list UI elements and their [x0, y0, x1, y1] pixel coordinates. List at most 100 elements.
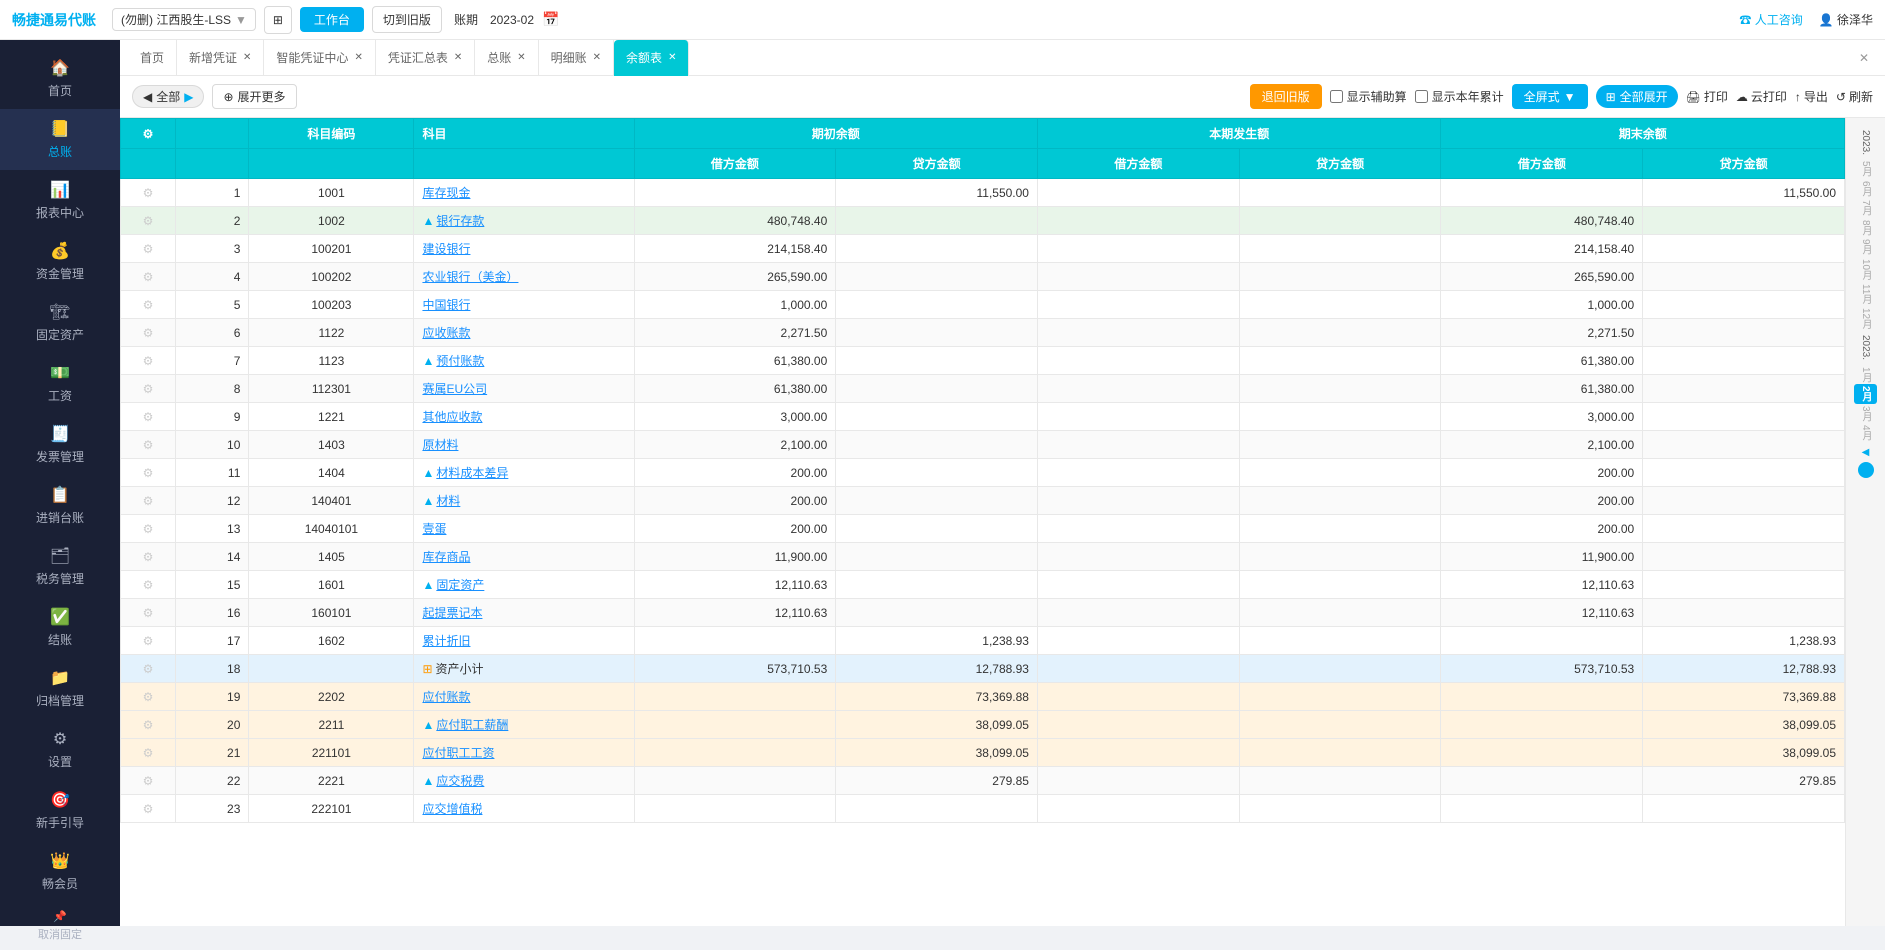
return-old-version-button[interactable]: 退回旧版 — [1250, 84, 1322, 109]
row-settings-icon[interactable]: ⚙ — [121, 767, 176, 795]
month-10[interactable]: 10月 — [1856, 257, 1875, 282]
row-settings-icon[interactable]: ⚙ — [121, 571, 176, 599]
month-9[interactable]: 9月 — [1856, 237, 1875, 257]
row-subject[interactable]: 应付账款 — [414, 683, 634, 711]
tab-voucher-summary[interactable]: 凭证汇总表 ✕ — [376, 40, 475, 76]
month-6[interactable]: 6月 — [1856, 179, 1875, 199]
subject-text[interactable]: 其他应收款 — [422, 410, 482, 424]
copy-icon[interactable]: ⊞ — [264, 6, 292, 34]
row-subject[interactable]: ▲材料成本差异 — [414, 459, 634, 487]
sidebar-item-purchase[interactable]: 📋 进销台账 — [0, 475, 120, 536]
toggle-expand-button[interactable]: ⊞ 全部展开 — [1596, 85, 1678, 108]
row-subject[interactable]: 应付职工工资 — [414, 739, 634, 767]
sidebar-item-funds[interactable]: 💰 资金管理 — [0, 231, 120, 292]
tab-new-voucher-close[interactable]: ✕ — [243, 52, 251, 63]
subject-text[interactable]: 库存商品 — [422, 550, 470, 564]
row-subject[interactable]: 累计折旧 — [414, 627, 634, 655]
subject-text[interactable]: 应付账款 — [422, 690, 470, 704]
export-button[interactable]: ↑ 导出 — [1795, 88, 1828, 105]
row-subject[interactable]: 壹蛋 — [414, 515, 634, 543]
row-subject[interactable]: 起提票记本 — [414, 599, 634, 627]
subject-text[interactable]: 固定资产 — [436, 578, 484, 592]
tab-detailed-ledger-close[interactable]: ✕ — [593, 52, 601, 63]
full-form-button[interactable]: 全屏式 ▼ — [1512, 84, 1588, 109]
row-settings-icon[interactable]: ⚙ — [121, 543, 176, 571]
row-subject[interactable]: 原材料 — [414, 431, 634, 459]
row-subject[interactable]: 中国银行 — [414, 291, 634, 319]
show-ytd-checkbox[interactable]: 显示本年累计 — [1415, 88, 1504, 105]
show-ytd-input[interactable] — [1415, 90, 1428, 103]
row-settings-icon[interactable]: ⚙ — [121, 459, 176, 487]
user-avatar[interactable]: 👤 徐泽华 — [1819, 11, 1873, 28]
subject-link[interactable]: 壹蛋 — [422, 522, 446, 536]
close-all-tabs[interactable]: ✕ — [1851, 51, 1877, 65]
row-settings-icon[interactable]: ⚙ — [121, 515, 176, 543]
row-subject[interactable]: ▲预付账款 — [414, 347, 634, 375]
tab-voucher-summary-close[interactable]: ✕ — [454, 52, 462, 63]
subject-link[interactable]: 应交增值税 — [422, 802, 482, 816]
row-settings-icon[interactable]: ⚙ — [121, 319, 176, 347]
month-11[interactable]: 11月 — [1856, 282, 1875, 306]
sidebar-item-guide[interactable]: 🎯 新手引导 — [0, 780, 120, 841]
tab-new-voucher[interactable]: 新增凭证 ✕ — [177, 40, 264, 76]
subject-link[interactable]: 赛属EU公司 — [422, 382, 487, 396]
row-subject[interactable]: ▲银行存款 — [414, 207, 634, 235]
print-button[interactable]: 🖨 打印 — [1686, 88, 1728, 105]
row-settings-icon[interactable]: ⚙ — [121, 683, 176, 711]
month-4[interactable]: 4月 — [1856, 423, 1875, 443]
calendar-icon[interactable]: 📅 — [542, 11, 559, 28]
sidebar-item-settings[interactable]: ⚙ 设置 — [0, 719, 120, 780]
sidebar-item-reports[interactable]: 📊 报表中心 — [0, 170, 120, 231]
tab-smart-voucher[interactable]: 智能凭证中心 ✕ — [264, 40, 375, 76]
row-subject[interactable]: ⊞资产小计 — [414, 655, 634, 683]
row-subject[interactable]: 库存现金 — [414, 179, 634, 207]
tab-smart-voucher-close[interactable]: ✕ — [354, 52, 362, 63]
subject-link[interactable]: 建设银行 — [422, 242, 470, 256]
row-subject[interactable]: 应收账款 — [414, 319, 634, 347]
row-subject[interactable]: 库存商品 — [414, 543, 634, 571]
show-aux-input[interactable] — [1330, 90, 1343, 103]
show-aux-checkbox[interactable]: 显示辅助算 — [1330, 88, 1407, 105]
month-12[interactable]: 12月 — [1856, 306, 1875, 331]
expand-panel-icon[interactable]: ◀ — [1862, 447, 1870, 458]
sidebar-item-assets[interactable]: 🏗 固定资产 — [0, 292, 120, 353]
cloud-print-button[interactable]: ☁ 云打印 — [1736, 88, 1787, 105]
sidebar-item-payroll[interactable]: 💵 工资 — [0, 353, 120, 414]
tab-balance-close[interactable]: ✕ — [668, 52, 676, 63]
row-settings-icon[interactable]: ⚙ — [121, 403, 176, 431]
sidebar-item-ledger[interactable]: 📒 总账 — [0, 109, 120, 170]
month-5[interactable]: 5月 — [1856, 159, 1875, 179]
tab-balance[interactable]: 余额表 ✕ — [614, 40, 689, 76]
unpin-button[interactable]: 📌 取消固定 — [0, 902, 120, 950]
row-settings-icon[interactable]: ⚙ — [121, 291, 176, 319]
row-settings-icon[interactable]: ⚙ — [121, 179, 176, 207]
subject-text[interactable]: 应付职工薪酬 — [436, 718, 508, 732]
subject-text[interactable]: 预付账款 — [436, 354, 484, 368]
month-3[interactable]: 3月 — [1856, 404, 1875, 424]
subject-text[interactable]: 原材料 — [422, 438, 458, 452]
refresh-button[interactable]: ↺ 刷新 — [1836, 88, 1873, 105]
workbench-button[interactable]: 工作台 — [300, 7, 364, 32]
subject-text[interactable]: 应交税费 — [436, 774, 484, 788]
subject-link[interactable]: 起提票记本 — [422, 606, 482, 620]
sidebar-item-archive[interactable]: 📁 归档管理 — [0, 658, 120, 719]
row-subject[interactable]: 应交增值税 — [414, 795, 634, 823]
sidebar-item-member[interactable]: 👑 畅会员 — [0, 841, 120, 902]
row-subject[interactable]: 赛属EU公司 — [414, 375, 634, 403]
consultant-button[interactable]: ☎ 人工咨询 — [1739, 11, 1802, 28]
row-settings-icon[interactable]: ⚙ — [121, 655, 176, 683]
row-subject[interactable]: ▲应交税费 — [414, 767, 634, 795]
row-settings-icon[interactable]: ⚙ — [121, 347, 176, 375]
tab-detailed-ledger[interactable]: 明细账 ✕ — [539, 40, 614, 76]
row-settings-icon[interactable]: ⚙ — [121, 599, 176, 627]
month-7[interactable]: 7月 — [1856, 198, 1875, 218]
expand-more-button[interactable]: ⊕ 展开更多 — [212, 84, 296, 109]
tab-general-ledger[interactable]: 总账 ✕ — [475, 40, 538, 76]
row-settings-icon[interactable]: ⚙ — [121, 711, 176, 739]
sidebar-item-tax[interactable]: 🗂 税务管理 — [0, 536, 120, 597]
month-2-active[interactable]: 2月 — [1854, 384, 1877, 404]
subject-text[interactable]: 应收账款 — [422, 326, 470, 340]
month-1[interactable]: 1月 — [1856, 365, 1875, 385]
subject-text[interactable]: 银行存款 — [436, 214, 484, 228]
tab-general-ledger-close[interactable]: ✕ — [517, 52, 525, 63]
